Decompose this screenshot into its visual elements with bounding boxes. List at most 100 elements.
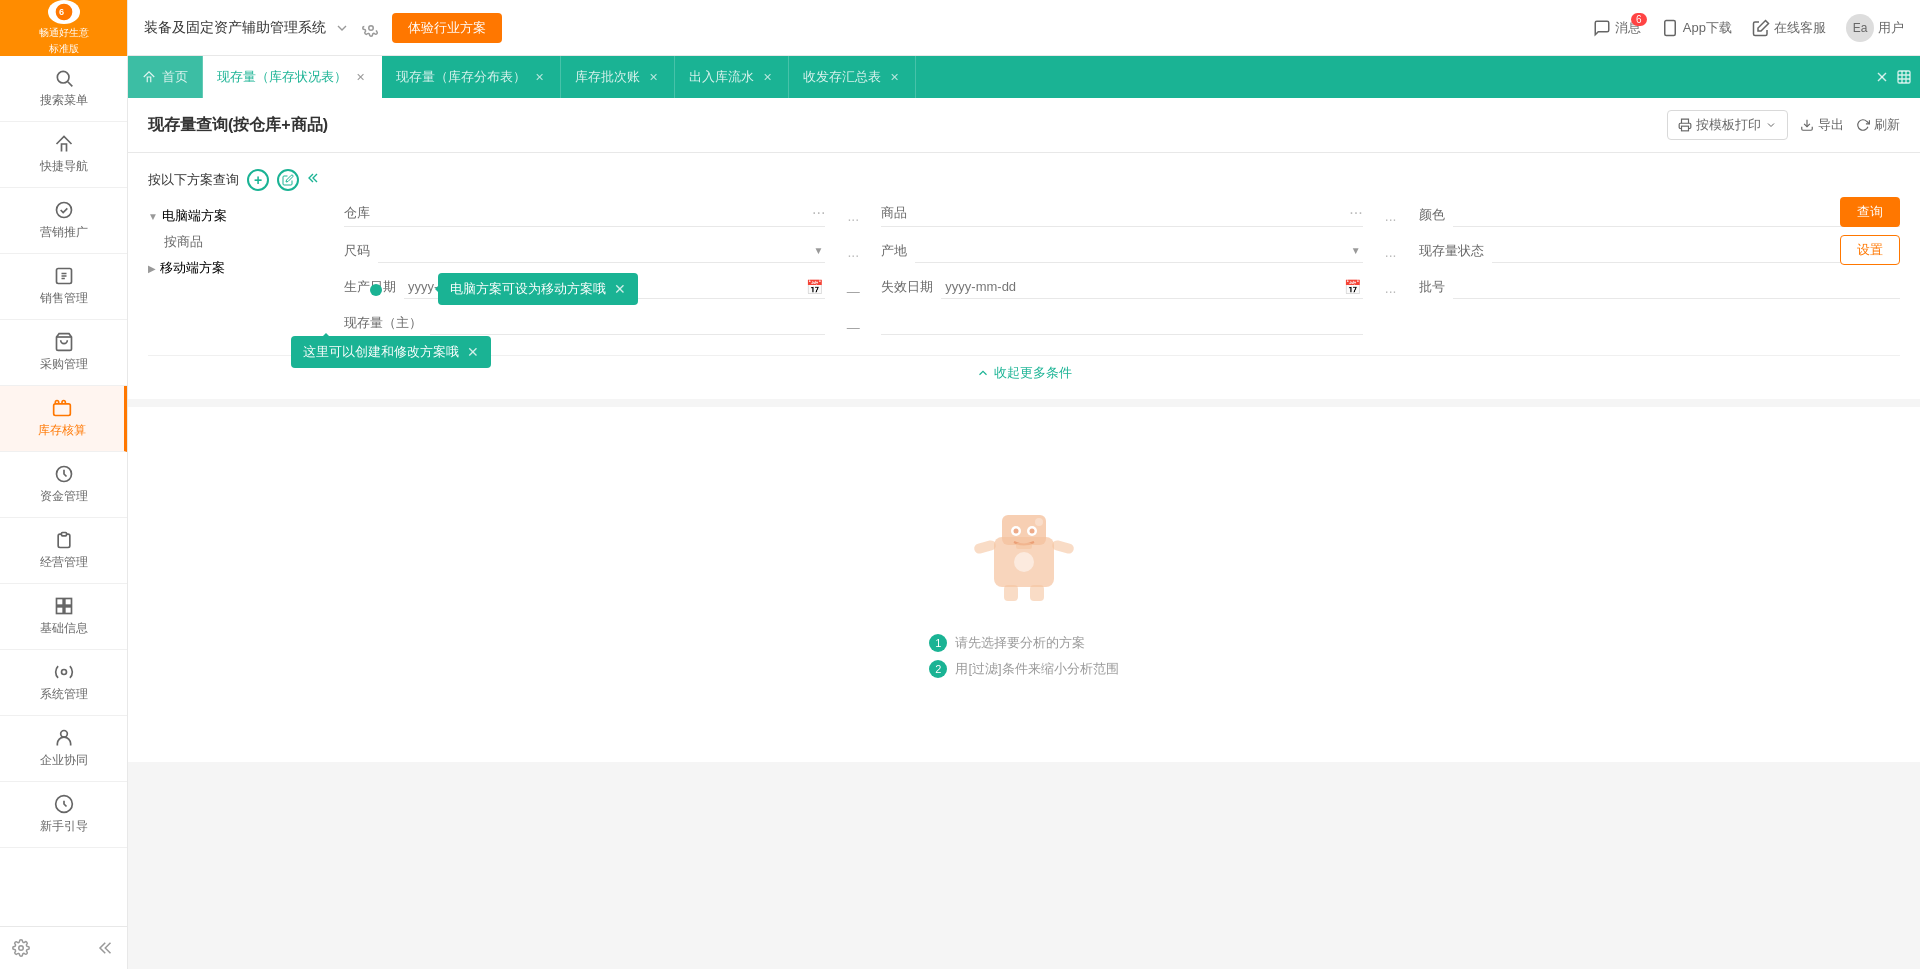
- svg-rect-33: [973, 539, 997, 554]
- svg-rect-12: [56, 607, 63, 614]
- tab-stock-dist-close[interactable]: ✕: [532, 70, 546, 84]
- refresh-button[interactable]: 刷新: [1856, 116, 1900, 134]
- filter-stock-main: 现存量（主）: [344, 311, 825, 335]
- origin-select[interactable]: [915, 239, 1362, 262]
- tooltip-edit-close[interactable]: ✕: [467, 344, 479, 360]
- svg-rect-13: [64, 607, 71, 614]
- size-select-wrap: ▼: [378, 239, 825, 263]
- page-title: 现存量查询(按仓库+商品): [148, 115, 328, 136]
- size-ellipsis[interactable]: ···: [841, 247, 865, 263]
- sidebar-item-system[interactable]: 系统管理: [0, 650, 127, 716]
- tab-batch[interactable]: 库存批次账 ✕: [561, 56, 675, 98]
- svg-rect-34: [1051, 539, 1075, 554]
- tab-inout[interactable]: 出入库流水 ✕: [675, 56, 789, 98]
- sidebar-item-newbie[interactable]: 新手引导: [0, 782, 127, 848]
- main-area: 装备及固定资产辅助管理系统 体验行业方案 6 消息 App下载 在线客服 Ea …: [128, 0, 1920, 969]
- tab-inout-label: 出入库流水: [689, 68, 754, 86]
- tabbar-spacer: [916, 56, 1866, 98]
- tab-inout-close[interactable]: ✕: [760, 70, 774, 84]
- stock-max-input[interactable]: [881, 311, 1362, 334]
- svg-point-38: [1035, 518, 1043, 526]
- export-button[interactable]: 导出: [1800, 116, 1844, 134]
- tab-stock-status-close[interactable]: ✕: [353, 70, 367, 84]
- tab-collect[interactable]: 收发存汇总表 ✕: [789, 56, 916, 98]
- back-icon: [307, 170, 323, 186]
- scheme-mobile[interactable]: ▶ 移动端方案: [148, 255, 328, 281]
- user-button[interactable]: Ea 用户: [1846, 14, 1904, 42]
- filter-back-button[interactable]: [307, 170, 323, 190]
- message-button[interactable]: 6 消息: [1593, 19, 1641, 37]
- filter-add-button[interactable]: +: [247, 169, 269, 191]
- goods-ellipsis[interactable]: ···: [1379, 211, 1403, 227]
- print-button[interactable]: 按模板打印: [1667, 110, 1788, 140]
- filter-area: 按以下方案查询 + ▼ 电脑端方案 按商品: [128, 153, 1920, 399]
- tab-collect-close[interactable]: ✕: [887, 70, 901, 84]
- warehouse-dots[interactable]: ···: [812, 204, 825, 222]
- sidebar-item-operations[interactable]: 经营管理: [0, 518, 127, 584]
- system-dropdown-icon[interactable]: [334, 20, 350, 36]
- hint2-num: 2: [929, 660, 947, 678]
- stock-status-select[interactable]: [1492, 239, 1900, 262]
- svg-rect-10: [56, 599, 63, 606]
- collapse-button[interactable]: 收起更多条件: [976, 364, 1072, 382]
- user-label: 用户: [1878, 19, 1904, 37]
- tab-stock-status[interactable]: 现存量（库存状况表） ✕: [203, 56, 382, 98]
- search-buttons: 查询 设置: [1840, 197, 1900, 265]
- batch-input-wrap: [1453, 275, 1900, 299]
- empty-state: 1 请先选择要分析的方案 2 用[过滤]条件来缩小分析范围: [128, 407, 1920, 762]
- exp-calendar-icon[interactable]: 📅: [1344, 279, 1361, 295]
- filter-goods: 商品 ···: [881, 204, 1362, 227]
- settings-gear-icon[interactable]: [362, 19, 380, 37]
- settings-icon[interactable]: [12, 939, 30, 957]
- search-button[interactable]: 查询: [1840, 197, 1900, 227]
- tab-stock-dist[interactable]: 现存量（库存分布表） ✕: [382, 56, 561, 98]
- sidebar-item-purchase[interactable]: 采购管理: [0, 320, 127, 386]
- app-download-button[interactable]: App下载: [1661, 19, 1732, 37]
- sidebar-item-search[interactable]: 搜索菜单: [0, 56, 127, 122]
- scheme-desktop[interactable]: ▼ 电脑端方案: [148, 203, 328, 229]
- mfg-calendar-icon[interactable]: 📅: [806, 279, 823, 295]
- filter-color: 颜色 ▼: [1419, 203, 1900, 227]
- color-select[interactable]: [1453, 203, 1900, 226]
- export-icon: [1800, 118, 1814, 132]
- trial-button[interactable]: 体验行业方案: [392, 13, 502, 43]
- print-label: 按模板打印: [1696, 116, 1761, 134]
- sidebar-item-finance[interactable]: 资金管理: [0, 452, 127, 518]
- date-ellipsis[interactable]: ···: [1379, 283, 1403, 299]
- stock-status-select-wrap: ▼: [1492, 239, 1900, 263]
- color-select-wrap: ▼: [1453, 203, 1900, 227]
- svg-point-14: [61, 670, 66, 675]
- batch-input[interactable]: [1453, 275, 1900, 298]
- tab-maximize-icon[interactable]: [1896, 69, 1912, 85]
- sidebar-item-marketing[interactable]: 营销推广: [0, 188, 127, 254]
- sidebar-item-guide[interactable]: 快捷导航: [0, 122, 127, 188]
- sidebar-item-enterprise[interactable]: 企业协同: [0, 716, 127, 782]
- filter-edit-button[interactable]: [277, 169, 299, 191]
- stock-min-input[interactable]: [430, 311, 825, 334]
- empty-illustration: [964, 487, 1084, 610]
- sidebar-item-sales[interactable]: 销售管理: [0, 254, 127, 320]
- tooltip-pc-close[interactable]: ✕: [614, 281, 626, 297]
- svg-rect-36: [1004, 585, 1018, 601]
- origin-ellipsis[interactable]: ···: [1379, 247, 1403, 263]
- tooltip-edit: 这里可以创建和修改方案哦 ✕: [291, 336, 491, 368]
- tab-home[interactable]: 首页: [128, 56, 203, 98]
- collapse-sidebar-icon[interactable]: [97, 939, 115, 957]
- sidebar-item-inventory[interactable]: 库存核算: [0, 386, 127, 452]
- sidebar-item-basic[interactable]: 基础信息: [0, 584, 127, 650]
- exp-date-input[interactable]: [941, 275, 1362, 298]
- setting-button[interactable]: 设置: [1840, 235, 1900, 265]
- tab-batch-close[interactable]: ✕: [646, 70, 660, 84]
- scheme-by-goods[interactable]: 按商品: [148, 229, 328, 255]
- goods-dots[interactable]: ···: [1349, 204, 1362, 222]
- warehouse-ellipsis[interactable]: ···: [841, 211, 865, 227]
- size-select[interactable]: [378, 239, 825, 262]
- filter-row-4: 现存量（主） —: [344, 311, 1900, 335]
- tab-collect-label: 收发存汇总表: [803, 68, 881, 86]
- filter-size: 尺码 ▼: [344, 239, 825, 263]
- svg-point-31: [1030, 529, 1035, 534]
- online-service-button[interactable]: 在线客服: [1752, 19, 1826, 37]
- tab-close-all-icon[interactable]: [1874, 69, 1890, 85]
- origin-label: 产地: [881, 242, 907, 260]
- tooltip-edit-text: 这里可以创建和修改方案哦: [303, 343, 459, 361]
